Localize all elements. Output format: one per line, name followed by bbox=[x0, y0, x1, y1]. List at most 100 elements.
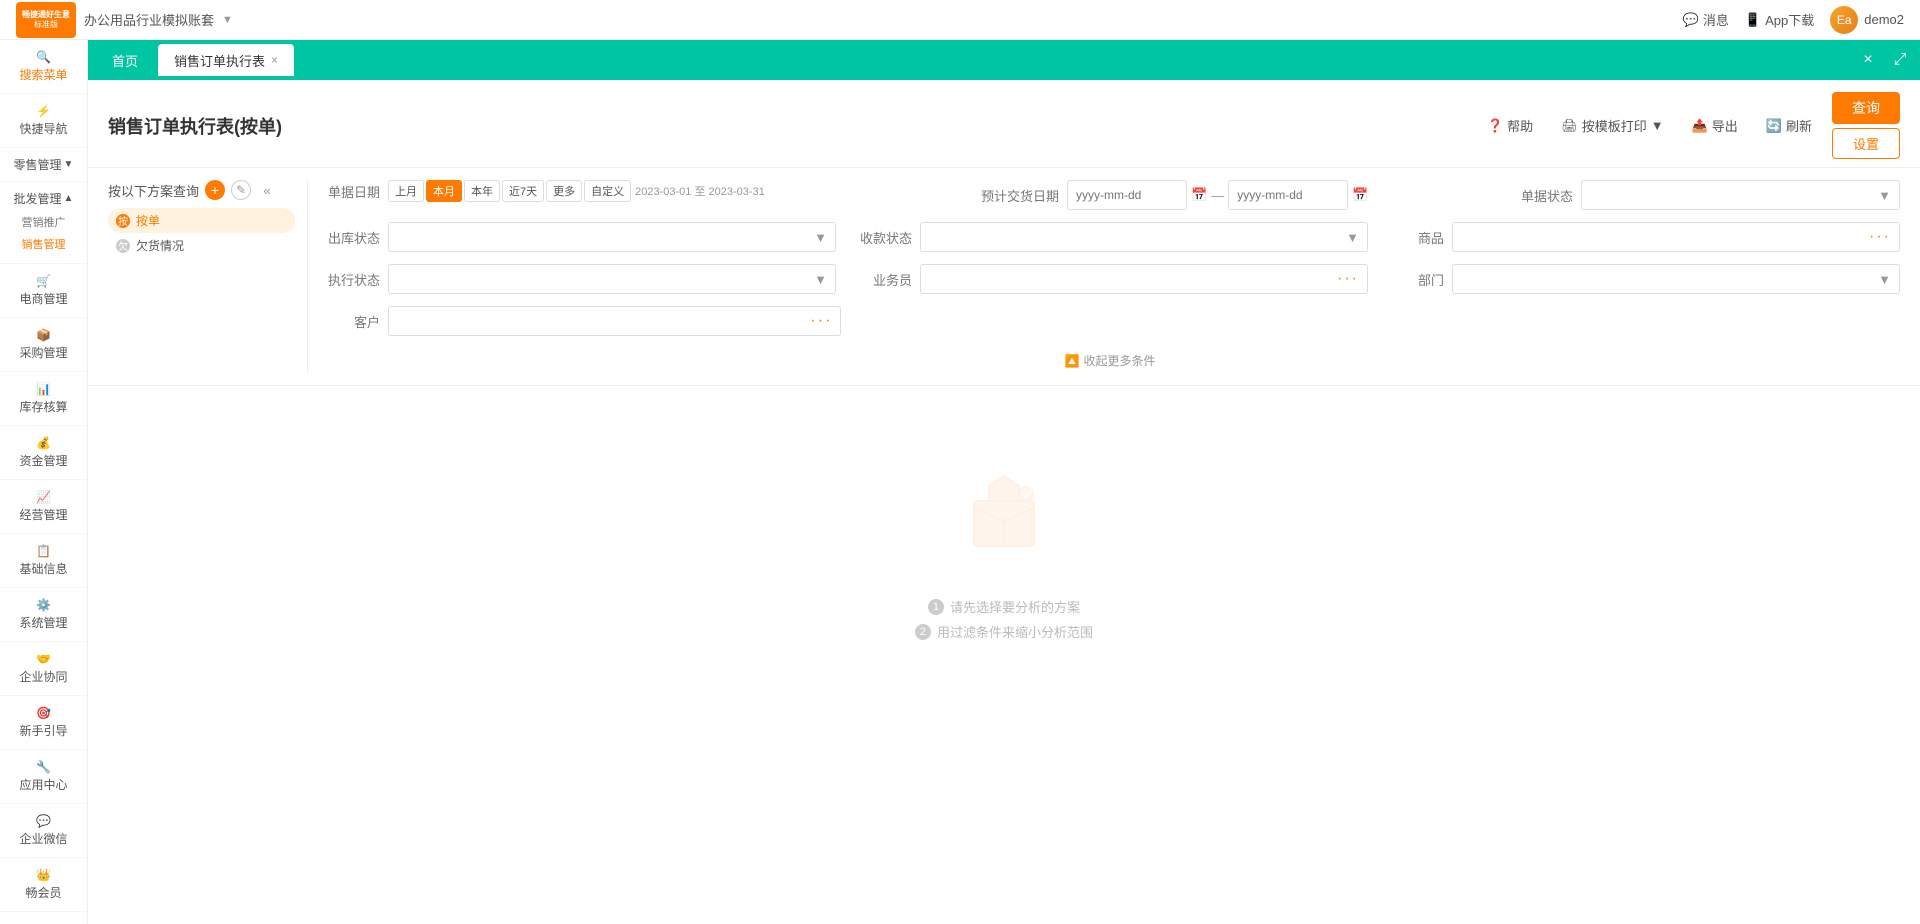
expected-date-end[interactable] bbox=[1228, 180, 1348, 210]
out-status-arrow: ▼ bbox=[814, 230, 827, 245]
salesperson-dots[interactable]: ··· bbox=[1337, 270, 1359, 288]
sidebar-item-collab[interactable]: 🤝 企业协同 bbox=[0, 642, 87, 696]
doc-status-label: 单据状态 bbox=[1513, 186, 1573, 205]
sidebar-item-quick-nav[interactable]: ⚡ 快捷导航 bbox=[0, 94, 87, 148]
filter-item-exec-status: 执行状态 ▼ bbox=[320, 264, 836, 294]
dept-arrow: ▼ bbox=[1878, 272, 1891, 287]
cal-icon-end[interactable]: 📅 bbox=[1352, 187, 1368, 203]
export-label: 导出 bbox=[1712, 116, 1738, 135]
user-menu[interactable]: Ea demo2 bbox=[1830, 6, 1904, 34]
sidebar-item-ecommerce[interactable]: 🛒 电商管理 bbox=[0, 264, 87, 318]
sidebar-item-wholesale[interactable]: 批发管理 ▲ 营销推广 销售管理 bbox=[0, 182, 87, 264]
collab-icon: 🤝 bbox=[36, 652, 51, 666]
main-layout: 🔍 搜索菜单 ⚡ 快捷导航 零售管理 ▼ 批发管理 ▲ 营销推广 销售管理 bbox=[0, 0, 1920, 924]
expected-date-start[interactable] bbox=[1067, 180, 1187, 210]
doc-status-select[interactable]: ▼ bbox=[1581, 180, 1900, 210]
sidebar-item-basic[interactable]: 📋 基础信息 bbox=[0, 534, 87, 588]
date-range-container: 上月 本月 本年 近7天 更多 自定义 2023-03-01 至 2023-03… bbox=[388, 180, 965, 202]
add-scheme-btn[interactable]: + bbox=[205, 180, 225, 200]
filter-row-2: 出库状态 ▼ 收款状态 ▼ bbox=[320, 222, 1900, 252]
sidebar-item-label: 电商管理 bbox=[19, 290, 67, 307]
tab-home[interactable]: 首页 bbox=[96, 44, 154, 76]
filter-item-expected-date: 预计交货日期 📅 — 📅 bbox=[981, 180, 1497, 210]
retail-header: 零售管理 ▼ bbox=[14, 156, 74, 173]
sidebar-item-finance[interactable]: 💰 资金管理 bbox=[0, 426, 87, 480]
salesperson-label: 业务员 bbox=[852, 270, 912, 289]
collapse-icon: 🔼 bbox=[1065, 354, 1080, 368]
period-btn-last-month[interactable]: 上月 bbox=[388, 180, 424, 202]
scheme-label: 欠货情况 bbox=[136, 237, 184, 254]
sidebar-item-operations[interactable]: 📈 经营管理 bbox=[0, 480, 87, 534]
retail-label: 零售管理 bbox=[14, 156, 62, 173]
exec-status-select[interactable]: ▼ bbox=[388, 264, 836, 294]
message-btn[interactable]: 💬 消息 bbox=[1683, 10, 1729, 29]
period-btn-this-year[interactable]: 本年 bbox=[464, 180, 500, 202]
app-name: 办公用品行业模拟账套 bbox=[84, 10, 214, 29]
dept-select[interactable]: ▼ bbox=[1452, 264, 1900, 294]
search-icon: 🔍 bbox=[36, 50, 51, 64]
period-btn-custom[interactable]: 自定义 bbox=[584, 180, 631, 202]
app-download-btn[interactable]: 📱 App下载 bbox=[1745, 10, 1814, 29]
goods-dots[interactable]: ··· bbox=[1869, 228, 1891, 246]
tab-active[interactable]: 销售订单执行表 × bbox=[158, 44, 294, 76]
tab-expand-btn[interactable]: ⤢ bbox=[1888, 48, 1912, 72]
sidebar-item-member[interactable]: 👑 畅会员 bbox=[0, 858, 87, 912]
export-btn[interactable]: 📤 导出 bbox=[1684, 112, 1746, 139]
sidebar-subitem-marketing[interactable]: 营销推广 bbox=[4, 211, 83, 233]
period-btn-7days[interactable]: 近7天 bbox=[502, 180, 544, 202]
out-status-label: 出库状态 bbox=[320, 228, 380, 247]
tab-minimize-btn[interactable]: × bbox=[1856, 48, 1880, 72]
customer-dots[interactable]: ··· bbox=[810, 312, 832, 330]
scheme-header: 按以下方案查询 + ✎ « bbox=[108, 180, 295, 200]
sidebar-item-newbie[interactable]: 🎯 新手引导 bbox=[0, 696, 87, 750]
out-status-select[interactable]: ▼ bbox=[388, 222, 836, 252]
purchase-icon: 📦 bbox=[36, 328, 51, 342]
edit-scheme-btn[interactable]: ✎ bbox=[231, 180, 251, 200]
sidebar-item-inventory[interactable]: 📊 库存核算 bbox=[0, 372, 87, 426]
tab-close-btn[interactable]: × bbox=[271, 53, 278, 67]
cal-icon-start[interactable]: 📅 bbox=[1191, 187, 1207, 203]
sidebar-item-retail[interactable]: 零售管理 ▼ bbox=[0, 148, 87, 182]
scheme-item-欠货情况[interactable]: 欠 欠货情况 bbox=[108, 233, 295, 258]
top-bar: 畅捷通好生意 标准版 办公用品行业模拟账套 ▼ 💬 消息 📱 App下载 Ea … bbox=[0, 0, 1920, 40]
salesperson-select[interactable]: ··· bbox=[920, 264, 1368, 294]
settings-btn[interactable]: 设置 bbox=[1832, 128, 1900, 159]
tip-text-1: 请先选择要分析的方案 bbox=[950, 597, 1080, 616]
wholesale-sub-items: 营销推广 销售管理 bbox=[4, 211, 83, 255]
wholesale-expand-icon: ▲ bbox=[64, 193, 74, 204]
goods-label: 商品 bbox=[1384, 228, 1444, 247]
period-btn-this-month[interactable]: 本月 bbox=[426, 180, 462, 202]
empty-icon bbox=[954, 466, 1054, 581]
template-print-label: 按模板打印 bbox=[1582, 116, 1647, 135]
print-dropdown-arrow[interactable]: ▼ bbox=[1651, 118, 1664, 133]
goods-select[interactable]: ··· bbox=[1452, 222, 1900, 252]
customer-select[interactable]: ··· bbox=[388, 306, 841, 336]
search-menu[interactable]: 🔍 搜索菜单 bbox=[0, 40, 87, 94]
scheme-dot-active: 按 bbox=[116, 214, 130, 228]
help-btn[interactable]: ❓ 帮助 bbox=[1479, 112, 1541, 139]
logo-version: 标准版 bbox=[34, 20, 58, 30]
sidebar-item-system[interactable]: ⚙️ 系统管理 bbox=[0, 588, 87, 642]
query-btn[interactable]: 查询 bbox=[1832, 92, 1900, 124]
receive-status-select[interactable]: ▼ bbox=[920, 222, 1368, 252]
filter-item-goods: 商品 ··· bbox=[1384, 222, 1900, 252]
app-dropdown-arrow[interactable]: ▼ bbox=[222, 14, 233, 26]
period-btn-more[interactable]: 更多 bbox=[546, 180, 582, 202]
collapse-scheme-btn[interactable]: « bbox=[257, 180, 277, 200]
receive-status-label: 收款状态 bbox=[852, 228, 912, 247]
template-print-btn[interactable]: 🖨 按模板打印 ▼ bbox=[1553, 112, 1671, 139]
collapse-more-btn[interactable]: 🔼 收起更多条件 bbox=[320, 348, 1900, 373]
search-label: 搜索菜单 bbox=[19, 66, 67, 83]
sidebar-item-purchase[interactable]: 📦 采购管理 bbox=[0, 318, 87, 372]
user-name: demo2 bbox=[1864, 12, 1904, 27]
refresh-btn[interactable]: 🔄 刷新 bbox=[1758, 112, 1820, 139]
sidebar-item-wechat[interactable]: 💬 企业微信 bbox=[0, 804, 87, 858]
ecommerce-icon: 🛒 bbox=[36, 274, 51, 288]
scheme-item-按单[interactable]: 按 按单 bbox=[108, 208, 295, 233]
sidebar-subitem-sales[interactable]: 销售管理 bbox=[4, 233, 83, 255]
sidebar-item-label: 快捷导航 bbox=[19, 120, 67, 137]
filter-form: 单据日期 上月 本月 本年 近7天 更多 自定义 bbox=[320, 180, 1900, 373]
doc-status-arrow: ▼ bbox=[1878, 188, 1891, 203]
query-settings-group: 查询 设置 bbox=[1832, 92, 1900, 159]
sidebar-item-apps[interactable]: 🔧 应用中心 bbox=[0, 750, 87, 804]
